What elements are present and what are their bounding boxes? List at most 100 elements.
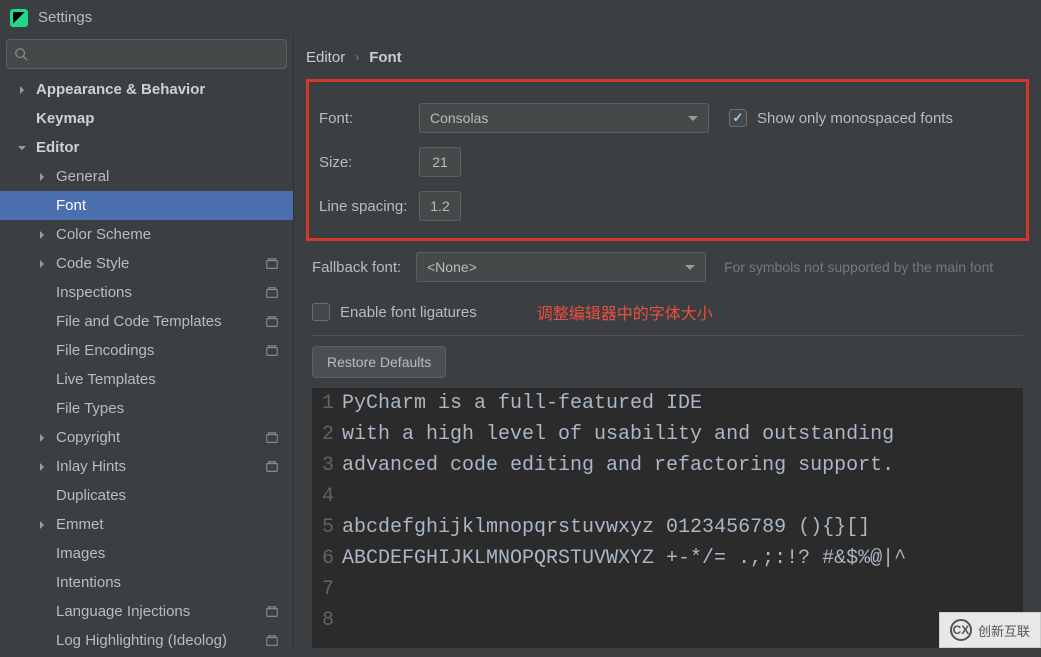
preview-text: PyCharm is a full-featured IDE: [342, 392, 702, 415]
gear-icon: [265, 431, 279, 445]
search-icon: [14, 47, 28, 61]
sidebar: Appearance & Behavior Keymap Editor General…: [0, 35, 294, 648]
restore-defaults-button[interactable]: Restore Defaults: [312, 346, 446, 378]
sidebar-item-label: Inlay Hints: [56, 458, 126, 475]
sidebar-item-inlay-hints[interactable]: Inlay Hints: [0, 452, 293, 481]
sidebar-item-label: Code Style: [56, 255, 129, 272]
sidebar-item-images[interactable]: Images: [0, 539, 293, 568]
breadcrumb-parent[interactable]: Editor: [306, 49, 345, 66]
breadcrumb-current: Font: [369, 49, 401, 66]
gutter-number: 8: [312, 605, 334, 636]
watermark-logo: CX: [950, 619, 972, 641]
search-wrap: [0, 35, 293, 73]
watermark-text: 创新互联: [978, 621, 1030, 640]
ligatures-label: Enable font ligatures: [340, 304, 477, 321]
chevron-right-icon[interactable]: [34, 172, 50, 182]
breadcrumb: Editor › Font: [294, 35, 1041, 79]
gear-icon: [265, 286, 279, 300]
chevron-down-icon: [688, 116, 698, 121]
sidebar-item-label: Intentions: [56, 574, 121, 591]
sidebar-item-file-and-code-templates[interactable]: File and Code Templates: [0, 307, 293, 336]
breadcrumb-sep: ›: [355, 50, 359, 64]
gutter-number: 7: [312, 574, 334, 605]
preview-line: 6 ABCDEFGHIJKLMNOPQRSTUVWXYZ +-*/= .,;:!?…: [312, 543, 1023, 574]
separator: [312, 335, 1023, 336]
chevron-right-icon[interactable]: [14, 85, 30, 95]
chevron-down-icon: [685, 265, 695, 270]
preview-line: 5abcdefghijklmnopqrstuvwxyz 0123456789 (…: [312, 512, 1023, 543]
sidebar-item-log-highlighting-ideolog-[interactable]: Log Highlighting (Ideolog): [0, 626, 293, 655]
sidebar-item-label: File Types: [56, 400, 124, 417]
sidebar-item-label: Editor: [36, 139, 79, 156]
chevron-right-icon[interactable]: [34, 259, 50, 269]
gear-icon: [265, 634, 279, 648]
sidebar-item-label: Live Templates: [56, 371, 156, 388]
chevron-right-icon[interactable]: [34, 230, 50, 240]
sidebar-item-editor[interactable]: Editor: [0, 133, 293, 162]
sidebar-item-label: Copyright: [56, 429, 120, 446]
spacing-input[interactable]: [419, 191, 461, 221]
sidebar-item-label: Duplicates: [56, 487, 126, 504]
sidebar-item-label: Images: [56, 545, 105, 562]
font-dropdown[interactable]: Consolas: [419, 103, 709, 133]
watermark: CX 创新互联: [939, 612, 1041, 648]
sidebar-item-duplicates[interactable]: Duplicates: [0, 481, 293, 510]
fallback-value: <None>: [427, 259, 477, 275]
preview-text: advanced code editing and refactoring su…: [342, 454, 894, 477]
sidebar-item-keymap[interactable]: Keymap: [0, 104, 293, 133]
sidebar-item-general[interactable]: General: [0, 162, 293, 191]
gutter-number: 4: [312, 481, 334, 512]
preview-line: 8: [312, 605, 1023, 636]
gutter-number: 5: [312, 512, 334, 543]
highlight-box: Font: Consolas Show only monospaced font…: [306, 79, 1029, 241]
sidebar-item-intentions[interactable]: Intentions: [0, 568, 293, 597]
gear-icon: [265, 315, 279, 329]
chevron-down-icon[interactable]: [14, 143, 30, 153]
gutter-number: 3: [312, 450, 334, 481]
gear-icon: [265, 257, 279, 271]
sidebar-item-label: Language Injections: [56, 603, 190, 620]
sidebar-item-label: File and Code Templates: [56, 313, 222, 330]
settings-tree: Appearance & Behavior Keymap Editor General…: [0, 73, 293, 657]
ligatures-checkbox[interactable]: [312, 303, 330, 321]
sidebar-item-emmet[interactable]: Emmet: [0, 510, 293, 539]
sidebar-item-label: Inspections: [56, 284, 132, 301]
titlebar: Settings: [0, 0, 1041, 35]
sidebar-item-appearance-behavior[interactable]: Appearance & Behavior: [0, 75, 293, 104]
fallback-hint: For symbols not supported by the main fo…: [724, 259, 993, 275]
sidebar-item-live-templates[interactable]: Live Templates: [0, 365, 293, 394]
preview-text: with a high level of usability and outst…: [342, 423, 894, 446]
sidebar-item-file-encodings[interactable]: File Encodings: [0, 336, 293, 365]
preview-line: 1PyCharm is a full-featured IDE: [312, 388, 1023, 419]
font-value: Consolas: [430, 110, 488, 126]
preview-line: 4: [312, 481, 1023, 512]
sidebar-item-label: Log Highlighting (Ideolog): [56, 632, 227, 649]
font-preview: 1PyCharm is a full-featured IDE2with a h…: [312, 388, 1023, 648]
sidebar-item-label: Color Scheme: [56, 226, 151, 243]
sidebar-item-file-types[interactable]: File Types: [0, 394, 293, 423]
sidebar-item-label: Keymap: [36, 110, 94, 127]
sidebar-item-label: Emmet: [56, 516, 104, 533]
sidebar-item-color-scheme[interactable]: Color Scheme: [0, 220, 293, 249]
preview-line: 2with a high level of usability and outs…: [312, 419, 1023, 450]
font-label: Font:: [319, 110, 419, 127]
fallback-dropdown[interactable]: <None>: [416, 252, 706, 282]
gutter-number: 6: [312, 543, 334, 574]
sidebar-item-label: File Encodings: [56, 342, 154, 359]
search-input[interactable]: [6, 39, 287, 69]
sidebar-item-copyright[interactable]: Copyright: [0, 423, 293, 452]
monospaced-checkbox[interactable]: [729, 109, 747, 127]
chevron-right-icon[interactable]: [34, 520, 50, 530]
sidebar-item-font[interactable]: Font: [0, 191, 293, 220]
fallback-label: Fallback font:: [312, 259, 416, 276]
chevron-right-icon[interactable]: [34, 433, 50, 443]
chevron-right-icon[interactable]: [34, 462, 50, 472]
sidebar-item-label: General: [56, 168, 109, 185]
sidebar-item-inspections[interactable]: Inspections: [0, 278, 293, 307]
sidebar-item-code-style[interactable]: Code Style: [0, 249, 293, 278]
sidebar-item-language-injections[interactable]: Language Injections: [0, 597, 293, 626]
size-input[interactable]: [419, 147, 461, 177]
spacing-label: Line spacing:: [319, 198, 419, 215]
preview-text: ABCDEFGHIJKLMNOPQRSTUVWXYZ +-*/= .,;:!? …: [342, 547, 906, 570]
app-icon: [10, 9, 28, 27]
